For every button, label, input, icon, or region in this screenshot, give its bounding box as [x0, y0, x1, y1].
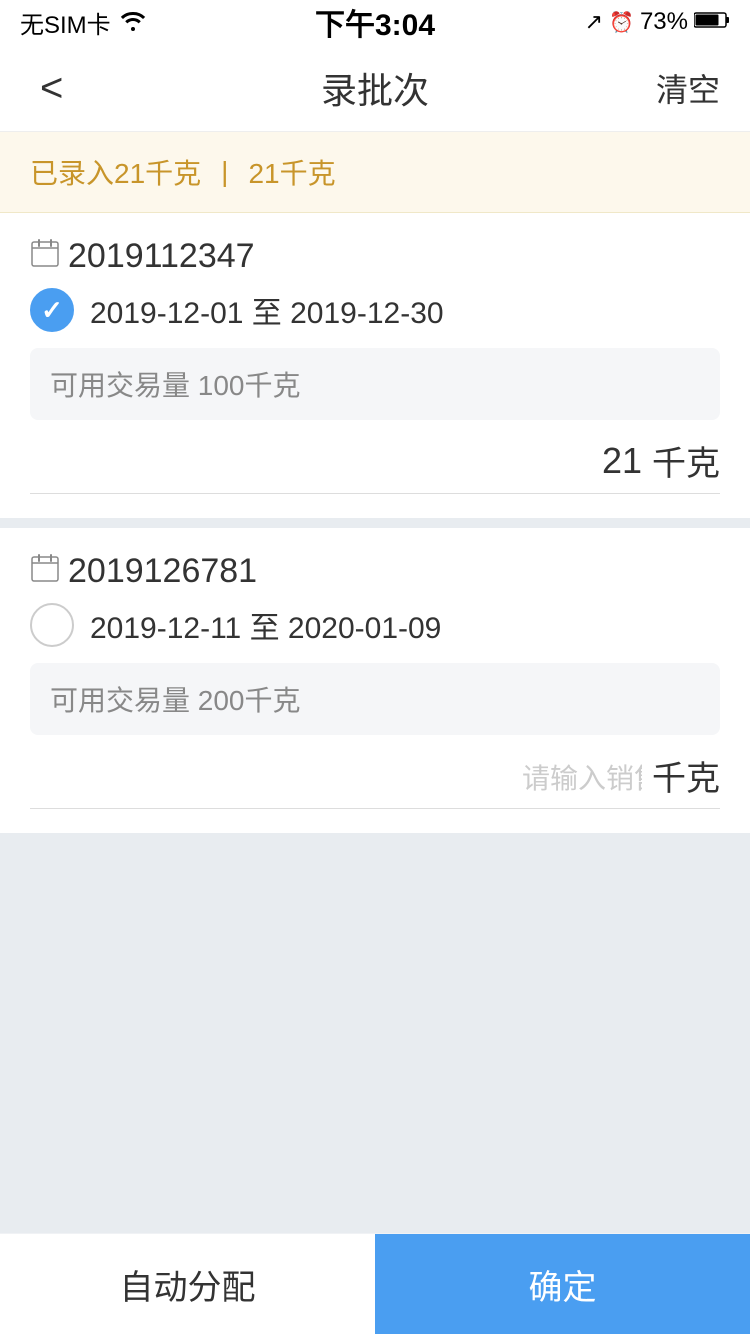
batch-row-2: 2019-12-11 至 2020-01-09: [30, 603, 720, 647]
total-label: 21千克: [248, 152, 335, 192]
battery-icon: [694, 8, 730, 36]
quantity-unit-2: 千克: [652, 751, 720, 800]
radio-1[interactable]: [30, 288, 74, 332]
batch-date-1: 2019-12-01 至 2019-12-30: [90, 288, 444, 332]
battery-label: 73%: [640, 8, 688, 36]
status-bar: 无SIM卡 下午3:04 ↗ ⏰ 73%: [0, 0, 750, 44]
status-left: 无SIM卡: [20, 5, 147, 40]
batch-availability-1: 可用交易量 100千克: [30, 348, 720, 420]
batch-header-1: 2019112347: [30, 237, 720, 276]
batch-date-2: 2019-12-11 至 2020-01-09: [90, 603, 441, 647]
clear-button[interactable]: 清空: [656, 65, 720, 111]
status-right: ↗ ⏰ 73%: [585, 8, 730, 36]
batch-id-2: 2019126781: [68, 552, 257, 591]
batch-id-icon-1: [30, 238, 60, 276]
wifi-icon: [119, 7, 147, 38]
confirm-button[interactable]: 确定: [375, 1234, 750, 1334]
batch-header-2: 2019126781: [30, 552, 720, 591]
empty-area: [0, 833, 750, 1233]
auto-distribute-label: 自动分配: [120, 1260, 256, 1309]
status-time: 下午3:04: [315, 0, 435, 44]
alarm-icon: ⏰: [609, 10, 634, 35]
location-icon: ↗: [585, 9, 603, 35]
batch-id-1: 2019112347: [68, 237, 255, 276]
batch-item-2: 2019126781 2019-12-11 至 2020-01-09 可用交易量…: [0, 528, 750, 833]
batch-row-1: 2019-12-01 至 2019-12-30: [30, 288, 720, 332]
section-divider: [0, 518, 750, 528]
back-button[interactable]: <: [30, 58, 73, 118]
nav-bar: < 录批次 清空: [0, 44, 750, 132]
quantity-unit-1: 千克: [652, 436, 720, 485]
carrier-label: 无SIM卡: [20, 5, 111, 40]
quantity-input-2[interactable]: [522, 755, 642, 797]
quantity-input-1[interactable]: [522, 440, 642, 482]
info-divider: |: [221, 156, 228, 188]
bottom-bar: 自动分配 确定: [0, 1234, 750, 1334]
batch-availability-2: 可用交易量 200千克: [30, 663, 720, 735]
batch-item-1: 2019112347 2019-12-01 至 2019-12-30 可用交易量…: [0, 213, 750, 518]
batch-list: 2019112347 2019-12-01 至 2019-12-30 可用交易量…: [0, 213, 750, 833]
page-title: 录批次: [321, 62, 429, 114]
batch-input-row-1: 千克: [30, 436, 720, 494]
radio-2[interactable]: [30, 603, 74, 647]
batch-id-icon-2: [30, 553, 60, 591]
confirm-label: 确定: [529, 1260, 597, 1309]
auto-distribute-button[interactable]: 自动分配: [0, 1234, 375, 1334]
batch-input-row-2: 千克: [30, 751, 720, 809]
info-banner: 已录入21千克 | 21千克: [0, 132, 750, 213]
recorded-label: 已录入21千克: [30, 152, 201, 192]
